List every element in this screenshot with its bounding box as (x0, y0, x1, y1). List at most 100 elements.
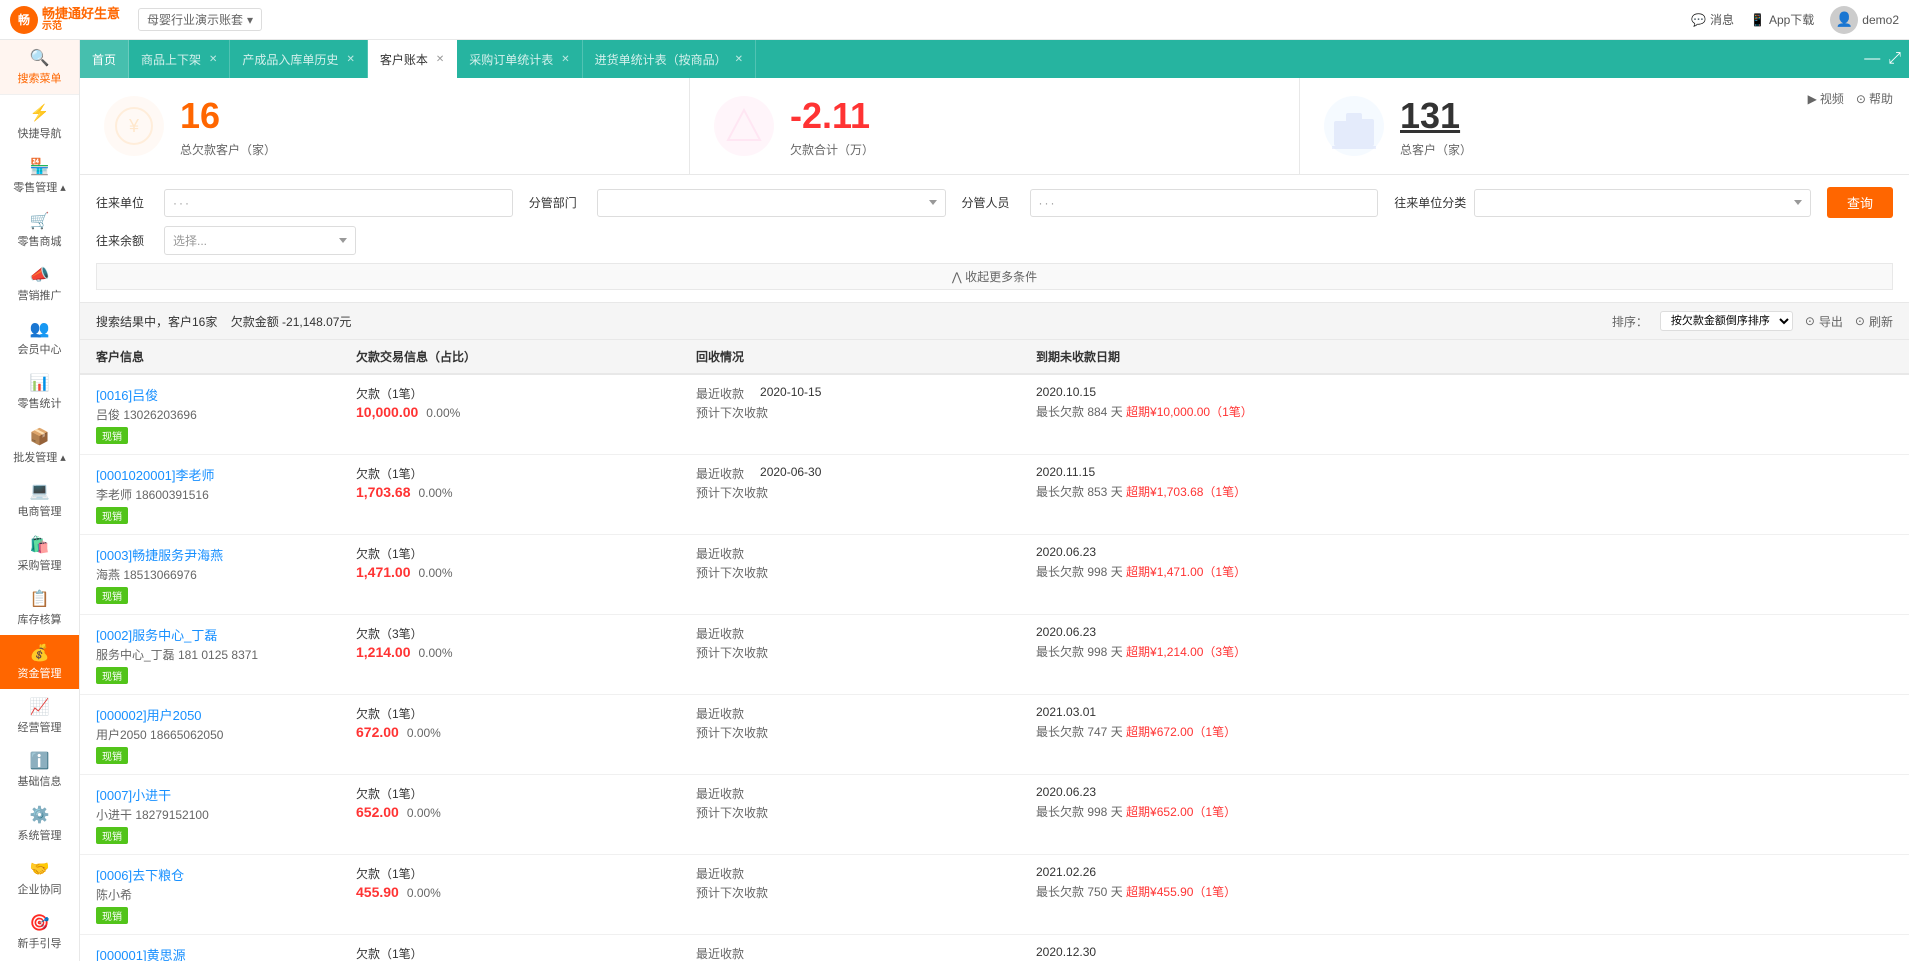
sidebar-item-retail-mall[interactable]: 🛒 零售商城 (0, 203, 79, 257)
enterprise-icon: 🤝 (30, 859, 50, 879)
overdue-link-3[interactable]: 超期¥1,214.00（3笔） (1126, 645, 1246, 659)
debt-percent-2: 0.00% (419, 566, 453, 580)
sidebar-item-purchase[interactable]: 🛍️ 采购管理 (0, 527, 79, 581)
overdue-link-2[interactable]: 超期¥1,471.00（1笔） (1126, 565, 1246, 579)
tab-purchase-product-stats[interactable]: 进货单统计表（按商品） ✕ (583, 40, 756, 78)
debt-percent-1: 0.00% (419, 486, 453, 500)
retail-stats-icon: 📊 (30, 373, 50, 393)
balance-input[interactable]: 选择... (164, 226, 356, 255)
overdue-info-7: 2020.12.30 最长欠款 808 天 超期¥429.00（1笔） (1036, 945, 1893, 961)
user-profile[interactable]: 👤 demo2 (1830, 6, 1899, 34)
sidebar-item-member[interactable]: 👥 会员中心 (0, 311, 79, 365)
sidebar-item-enterprise[interactable]: 🤝 企业协同 (0, 851, 79, 905)
sidebar-item-marketing[interactable]: 📣 营销推广 (0, 257, 79, 311)
department-input[interactable] (597, 189, 946, 217)
recovery-info-2: 最近收款 预计下次收款 (696, 545, 1036, 583)
tab-product-listing-close[interactable]: ✕ (209, 54, 217, 65)
video-label: 视频 (1820, 90, 1844, 107)
sort-select[interactable]: 按欠款金额倒序排序 (1660, 311, 1793, 331)
summary-card-total-customers: 131 总客户（家） ▶ 视频 ⊙ 帮助 (1300, 78, 1909, 174)
sidebar-item-retail-stats[interactable]: 📊 零售统计 (0, 365, 79, 419)
customer-name-3[interactable]: [0002]服务中心_丁磊 (96, 625, 356, 644)
tab-purchase-product-stats-close[interactable]: ✕ (735, 54, 743, 65)
message-button[interactable]: 💬 消息 (1691, 11, 1734, 28)
tab-product-history-close[interactable]: ✕ (346, 54, 354, 65)
filter-manager: 分管人员 ··· (962, 189, 1379, 217)
username: demo2 (1862, 13, 1899, 27)
collapse-label: 收起更多条件 (965, 270, 1037, 284)
debt-info-7: 欠款（1笔） 429.00 0.00% (356, 945, 696, 961)
sidebar: 🔍 搜索菜单 ⚡ 快捷导航 🏪 零售管理 ▴ 🛒 零售商城 📣 营销推广 👥 (0, 40, 80, 961)
tab-bar-collapse[interactable]: — (1864, 50, 1880, 68)
video-link[interactable]: ▶ 视频 (1808, 90, 1844, 107)
avatar: 👤 (1830, 6, 1858, 34)
tab-purchase-stats-close[interactable]: ✕ (561, 54, 569, 65)
overdue-info-3: 2020.06.23 最长欠款 998 天 超期¥1,214.00（3笔） (1036, 625, 1893, 660)
tab-home[interactable]: 首页 (80, 40, 129, 78)
debt-total-content: -2.11 欠款合计（万） (790, 94, 874, 158)
customer-tag-0: 现销 (96, 427, 128, 444)
tab-purchase-stats[interactable]: 采购订单统计表 ✕ (457, 40, 582, 78)
tab-product-listing[interactable]: 商品上下架 ✕ (129, 40, 230, 78)
sidebar-item-inventory[interactable]: 📋 库存核算 (0, 581, 79, 635)
overdue-link-4[interactable]: 超期¥672.00（1笔） (1126, 725, 1236, 739)
company-selector[interactable]: 母婴行业演示账套 ▾ (138, 8, 262, 31)
next-collection-label-0: 预计下次收款 (696, 404, 768, 421)
export-icon: ⊙ (1805, 314, 1815, 328)
sidebar-item-operation[interactable]: 📈 经营管理 (0, 689, 79, 743)
debt-info-6: 欠款（1笔） 455.90 0.00% (356, 865, 696, 902)
sidebar-item-search[interactable]: 🔍 搜索菜单 (0, 40, 79, 95)
customer-name-4[interactable]: [000002]用户2050 (96, 705, 356, 724)
customer-name-6[interactable]: [0006]去下粮仓 (96, 865, 356, 884)
sidebar-item-finance[interactable]: 💰 资金管理 (0, 635, 79, 689)
system-icon: ⚙️ (30, 805, 50, 825)
tab-customer-account[interactable]: 客户账本 ✕ (368, 40, 457, 78)
customer-name-0[interactable]: [0016]吕俊 (96, 385, 356, 404)
overdue-link-5[interactable]: 超期¥652.00（1笔） (1126, 805, 1236, 819)
source-unit-input[interactable]: ··· (164, 189, 513, 217)
refresh-label: 刷新 (1869, 313, 1893, 330)
app-name: 畅捷通好生意 (42, 6, 120, 22)
ecommerce-icon: 💻 (30, 481, 50, 501)
customer-name-5[interactable]: [0007]小进干 (96, 785, 356, 804)
tab-bar: 首页 商品上下架 ✕ 产成品入库单历史 ✕ 客户账本 ✕ 采购订单统计表 ✕ (80, 40, 1909, 78)
customer-name-2[interactable]: [0003]畅捷服务尹海燕 (96, 545, 356, 564)
sidebar-item-retail-mgmt[interactable]: 🏪 零售管理 ▴ (0, 149, 79, 203)
sidebar-item-guide[interactable]: 🎯 新手引导 (0, 905, 79, 959)
refresh-button[interactable]: ⊙ 刷新 (1855, 313, 1893, 330)
sidebar-retail-stats-label: 零售统计 (18, 395, 62, 411)
search-button[interactable]: 查询 (1827, 187, 1893, 218)
inventory-icon: 📋 (30, 589, 50, 609)
overdue-link-6[interactable]: 超期¥455.90（1笔） (1126, 885, 1236, 899)
app-download-button[interactable]: 📱 App下载 (1750, 11, 1814, 28)
filter-source-unit: 往来单位 ··· (96, 189, 513, 217)
export-button[interactable]: ⊙ 导出 (1805, 313, 1843, 330)
tab-product-listing-label: 商品上下架 (141, 51, 201, 68)
overdue-link-1[interactable]: 超期¥1,703.68（1笔） (1126, 485, 1246, 499)
finance-icon: 💰 (30, 643, 50, 663)
customer-name-7[interactable]: [000001]黄思源 (96, 945, 356, 961)
tab-customer-account-close[interactable]: ✕ (436, 54, 444, 65)
tab-product-history[interactable]: 产成品入库单历史 ✕ (230, 40, 367, 78)
page-content: ¥ 16 总欠款客户（家） (80, 78, 1909, 961)
help-link[interactable]: ⊙ 帮助 (1856, 90, 1893, 107)
unit-category-input[interactable] (1474, 189, 1811, 217)
collapse-button[interactable]: ⋀ 收起更多条件 (96, 263, 1893, 290)
sidebar-item-ecommerce[interactable]: 💻 电商管理 (0, 473, 79, 527)
card-top-right-actions: ▶ 视频 ⊙ 帮助 (1808, 90, 1893, 107)
debt-total-number: -2.11 (790, 94, 874, 137)
overdue-link-0[interactable]: 超期¥10,000.00（1笔） (1126, 405, 1253, 419)
sidebar-item-wholesale[interactable]: 📦 批发管理 ▴ (0, 419, 79, 473)
sidebar-item-basic-info[interactable]: ℹ️ 基础信息 (0, 743, 79, 797)
sidebar-item-system[interactable]: ⚙️ 系统管理 (0, 797, 79, 851)
operation-icon: 📈 (30, 697, 50, 717)
sidebar-operation-label: 经营管理 (18, 719, 62, 735)
customer-name-1[interactable]: [0001020001]李老师 (96, 465, 356, 484)
summary-cards: ¥ 16 总欠款客户（家） (80, 78, 1909, 175)
sidebar-quicknav-label: 快捷导航 (18, 125, 62, 141)
refresh-icon: ⊙ (1855, 314, 1865, 328)
sidebar-item-quicknav[interactable]: ⚡ 快捷导航 (0, 95, 79, 149)
recovery-info-1: 最近收款 2020-06-30 预计下次收款 (696, 465, 1036, 503)
tab-bar-expand[interactable]: ⤢ (1888, 50, 1901, 68)
manager-input[interactable]: ··· (1030, 189, 1379, 217)
